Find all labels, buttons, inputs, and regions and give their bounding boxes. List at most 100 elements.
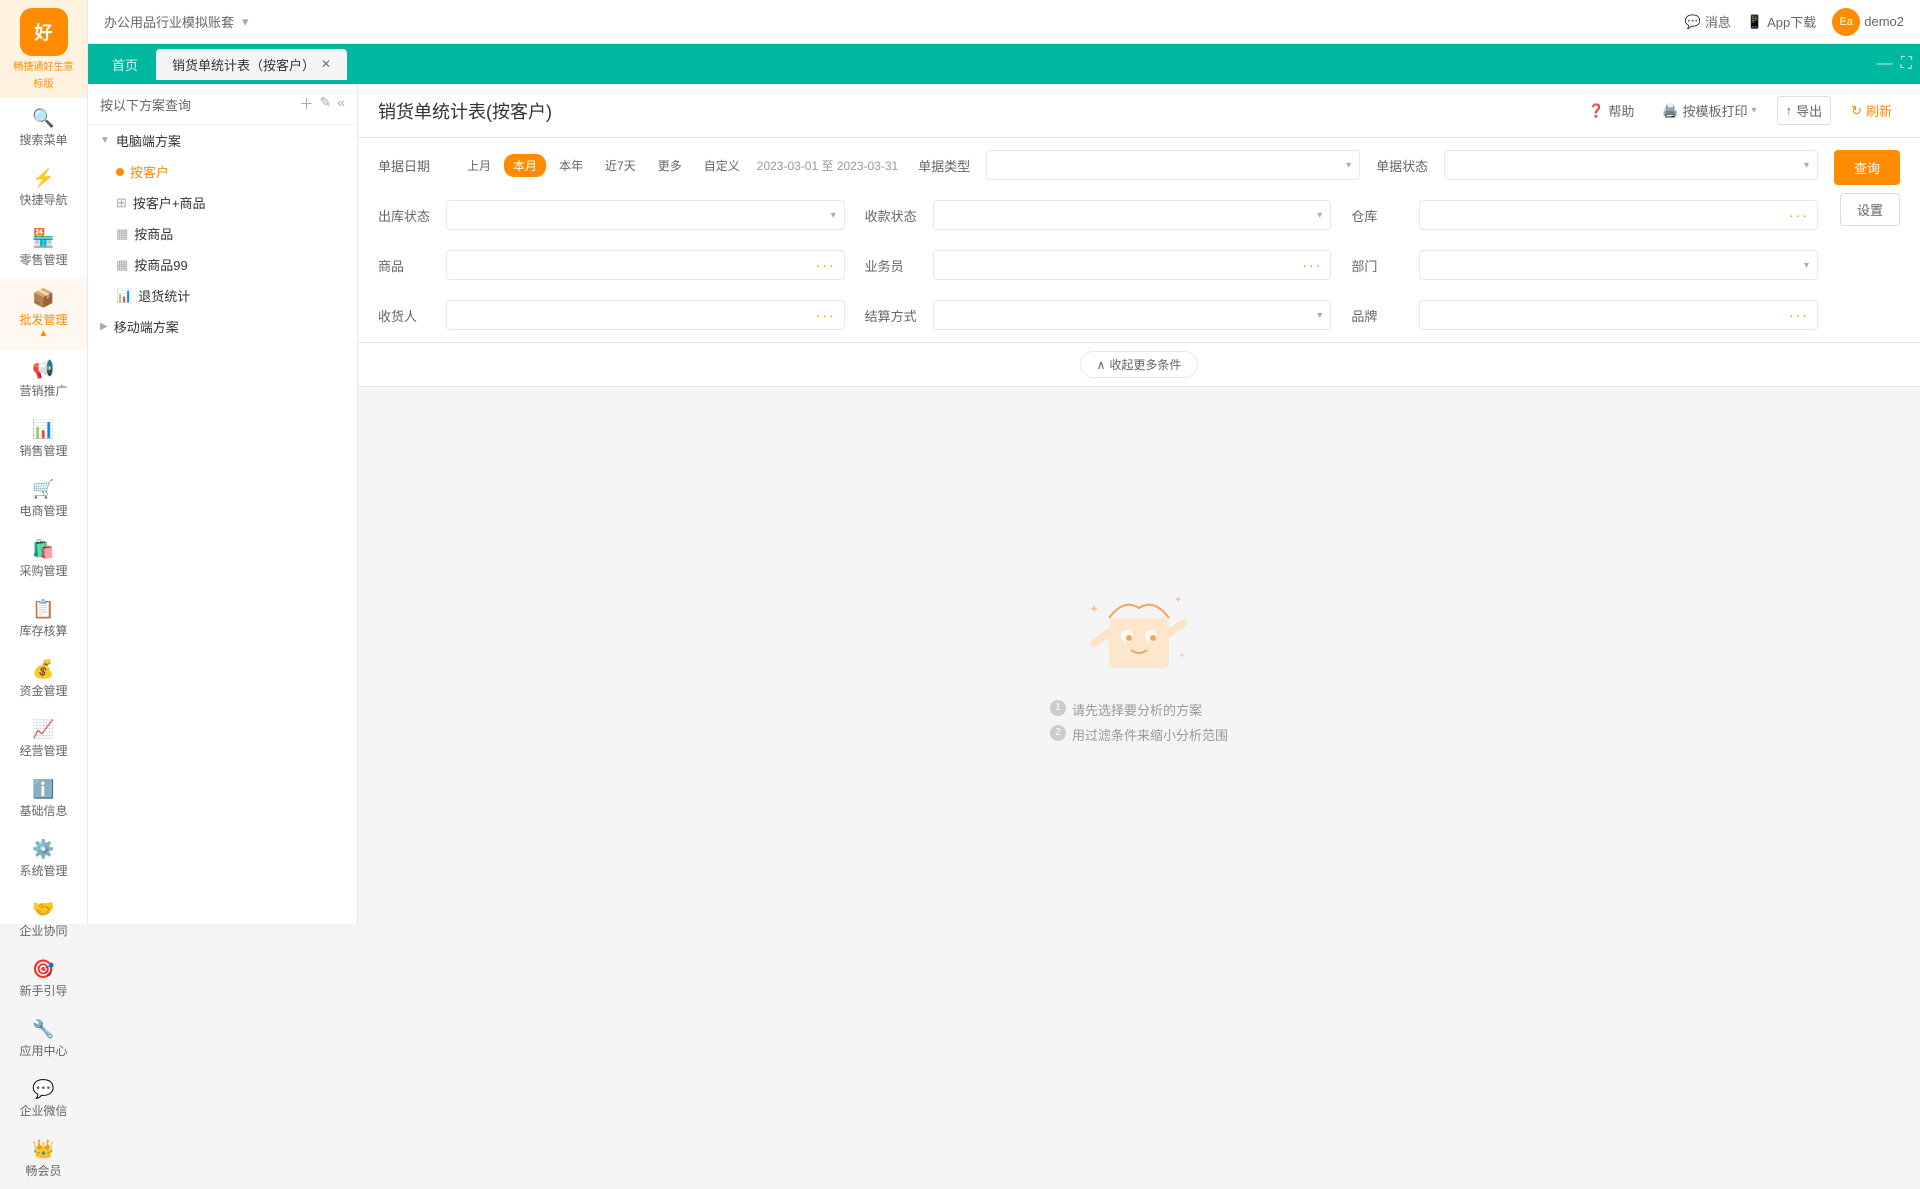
tree-section-mobile[interactable]: ▶ 移动端方案 [88,311,357,342]
print-dropdown-icon: ▾ [1752,105,1757,116]
date-btn-last-month[interactable]: 上月 [458,154,500,177]
date-btn-this-year[interactable]: 本年 [550,154,592,177]
sidebar-item-label: 批发管理 [19,311,67,328]
basic-icon: ℹ️ [32,779,54,800]
order-type-label: 单据类型 [918,156,978,175]
export-btn[interactable]: ↑ 导出 [1777,96,1832,125]
receiver-dots: ··· [816,307,836,323]
sidebar-item-wecom[interactable]: 💬 企业微信 [0,1069,87,1129]
scheme-icon: ⊞ [116,195,127,211]
page-actions: ❓ 帮助 🖨️ 按模板打印 ▾ ↑ 导出 ↻ 刷新 [1580,96,1900,125]
help-btn[interactable]: ❓ 帮助 [1580,97,1642,124]
sidebar-item-purchase[interactable]: 🛍️ 采购管理 [0,529,87,589]
date-buttons: 上月 本月 本年 近7天 更多 自定义 2023-03-01 至 2023-03… [458,154,898,177]
sales-icon: 📊 [32,419,54,440]
filter-row-receiver: 收货人 ··· 结算方式 ▾ [378,300,1818,330]
sidebar-item-basic[interactable]: ℹ️ 基础信息 [0,769,87,829]
warehouse-label: 仓库 [1351,206,1411,225]
sidebar-item-retail[interactable]: 🏪 零售管理 [0,218,87,278]
payment-status-select[interactable]: ▾ [933,200,1332,230]
order-type-select[interactable]: ▾ [986,150,1360,180]
sidebar-item-label: 电商管理 [19,502,67,519]
out-status-select[interactable]: ▾ [446,200,845,230]
collapse-panel-btn[interactable]: « [337,94,345,114]
scheme-by-goods99[interactable]: ▦ 按商品99 [88,249,357,280]
print-btn[interactable]: 🖨️ 按模板打印 ▾ [1654,97,1764,124]
sidebar-item-system[interactable]: ⚙️ 系统管理 [0,829,87,889]
svg-text:✦: ✦ [1179,651,1186,660]
sidebar: 好 畅捷通好生意 标版 🔍 搜索菜单 ⚡ 快捷导航 🏪 零售管理 📦 批发管理 … [0,0,88,924]
collapse-button[interactable]: ∧ 收起更多条件 [1080,351,1199,378]
hint-text-1: 请先选择要分析的方案 [1072,700,1202,719]
date-btn-this-month[interactable]: 本月 [504,154,546,177]
member-icon: 👑 [32,1139,54,1160]
sidebar-item-ecommerce[interactable]: 🛒 电商管理 [0,469,87,529]
tab-sales-stats-label: 销货单统计表（按客户） [172,55,315,74]
department-select[interactable]: ▾ [1419,250,1818,280]
sidebar-item-member[interactable]: 👑 畅会员 [0,1129,87,1189]
salesman-select[interactable]: ··· [933,250,1332,280]
app-download-btn[interactable]: 📱 App下载 [1747,12,1816,31]
sidebar-item-inventory[interactable]: 📋 库存核算 [0,589,87,649]
sidebar-item-wholesale[interactable]: 📦 批发管理 ▲ [0,278,87,349]
warehouse-select[interactable]: ··· [1419,200,1818,230]
refresh-btn[interactable]: ↻ 刷新 [1843,97,1900,124]
user-avatar: Ea [1832,8,1860,36]
sidebar-item-newuser[interactable]: 🎯 新手引导 [0,949,87,1009]
tab-maximize-icon[interactable]: ⛶ [1901,55,1912,73]
print-label: 按模板打印 [1683,101,1748,120]
scheme-label: 退货统计 [138,286,190,305]
sidebar-item-label: 营销推广 [19,382,67,399]
tab-minimize-icon[interactable]: — [1877,55,1893,73]
sidebar-item-label: 企业协同 [19,922,67,939]
tree-section-label: 移动端方案 [114,317,179,336]
scheme-by-customer-goods[interactable]: ⊞ 按客户+商品 [88,187,357,218]
retail-icon: 🏪 [32,228,54,249]
scheme-by-goods[interactable]: ▦ 按商品 [88,218,357,249]
app-download-label: App下载 [1767,12,1816,31]
order-status-select[interactable]: ▾ [1444,150,1818,180]
setting-button[interactable]: 设置 [1840,193,1900,226]
sidebar-item-label: 销售管理 [19,442,67,459]
tab-bar-actions: — ⛶ [1877,55,1912,73]
scheme-return-stats[interactable]: 📊 退货统计 [88,280,357,311]
message-btn[interactable]: 💬 消息 [1685,12,1731,31]
department-label: 部门 [1351,256,1411,275]
brand-select[interactable]: ··· [1419,300,1818,330]
edit-scheme-btn[interactable]: ✎ [319,94,331,114]
sidebar-item-finance[interactable]: 💰 资金管理 [0,649,87,709]
tree-section-desktop[interactable]: ▼ 电脑端方案 [88,125,357,156]
sidebar-item-quicknav[interactable]: ⚡ 快捷导航 [0,158,87,218]
sidebar-item-label: 基础信息 [19,802,67,819]
receiver-label: 收货人 [378,306,438,325]
tab-sales-stats[interactable]: 销货单统计表（按客户） ✕ [156,49,347,80]
date-btn-more[interactable]: 更多 [649,154,691,177]
sidebar-item-label: 新手引导 [19,982,67,999]
header-dropdown-icon[interactable]: ▾ [242,14,249,30]
sidebar-item-marketing[interactable]: 📢 营销推广 [0,349,87,409]
sidebar-item-search[interactable]: 🔍 搜索菜单 [0,98,87,158]
receiver-select[interactable]: ··· [446,300,845,330]
sidebar-item-collab[interactable]: 🤝 企业协同 [0,889,87,949]
tab-home[interactable]: 首页 [96,49,154,80]
scheme-by-customer[interactable]: 按客户 [88,156,357,187]
svg-text:✦: ✦ [1174,595,1182,606]
date-btn-custom[interactable]: 自定义 [695,154,749,177]
out-status-label: 出库状态 [378,206,438,225]
sidebar-item-appcenter[interactable]: 🔧 应用中心 [0,1009,87,1069]
user-info[interactable]: Ea demo2 [1832,8,1904,36]
tab-home-label: 首页 [112,55,138,74]
settlement-select[interactable]: ▾ [933,300,1332,330]
search-icon: 🔍 [32,108,54,129]
left-panel-header: 按以下方案查询 ＋ ✎ « [88,84,357,125]
date-btn-7days[interactable]: 近7天 [596,154,645,177]
empty-illustration: ✦ ✦ ✦ [1079,568,1199,688]
add-scheme-btn[interactable]: ＋ [299,94,313,114]
sidebar-item-label: 采购管理 [19,562,67,579]
sidebar-item-sales[interactable]: 📊 销售管理 [0,409,87,469]
query-button[interactable]: 查询 [1834,150,1900,185]
tab-close-icon[interactable]: ✕ [321,57,331,71]
goods-select[interactable]: ··· [446,250,845,280]
sidebar-item-management[interactable]: 📈 经营管理 [0,709,87,769]
system-icon: ⚙️ [32,839,54,860]
